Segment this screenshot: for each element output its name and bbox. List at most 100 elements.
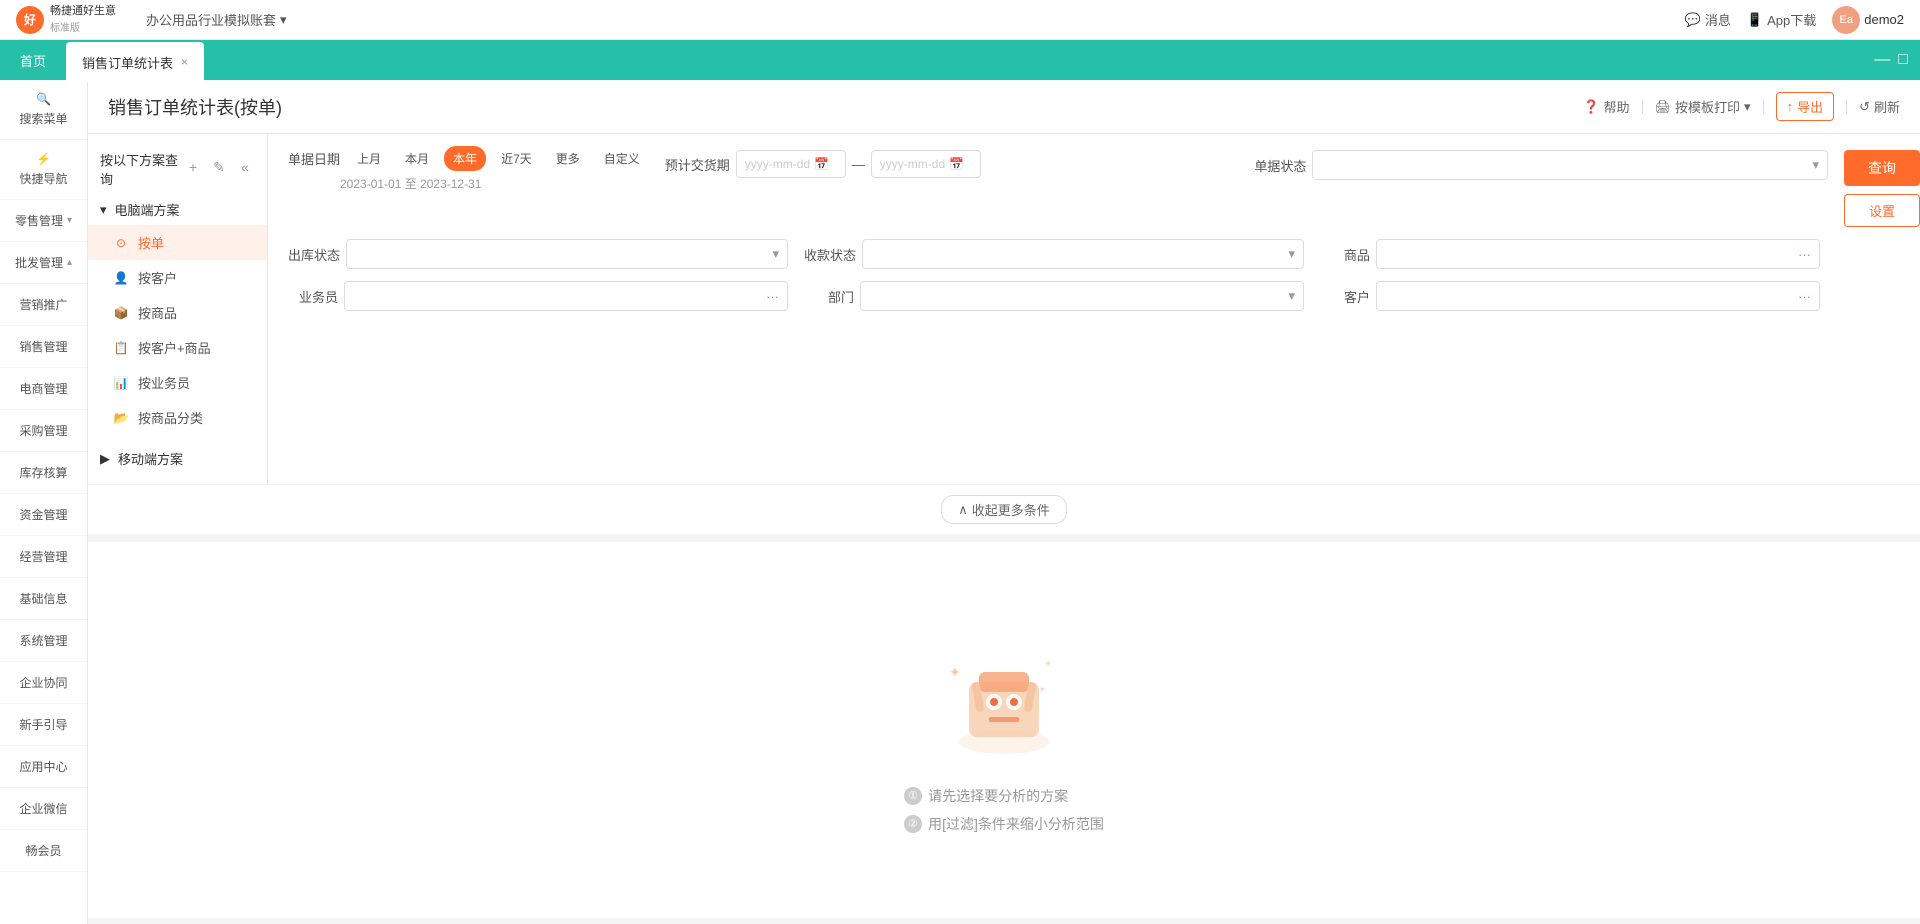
sidebar-item-apps[interactable]: 应用中心 <box>0 746 87 788</box>
out-status-label: 出库状态 <box>288 245 340 264</box>
account-dropdown[interactable]: 办公用品行业模拟账套 ▾ <box>146 10 287 29</box>
top-bar-left: 好 畅捷通好生意 标准版 办公用品行业模拟账套 ▾ <box>16 5 287 33</box>
print-btn[interactable]: 🖨 按模板打印 ▾ <box>1655 97 1751 116</box>
scheme-staff-icon: 📊 <box>112 374 130 392</box>
scheme-category-icon: 📂 <box>112 409 130 427</box>
dept-arrow-icon: ▾ <box>1288 288 1295 304</box>
divider3 <box>1846 100 1847 114</box>
staff-input[interactable]: ··· <box>344 281 788 311</box>
print-icon: 🖨 <box>1655 99 1672 115</box>
sidebar-item-collab[interactable]: 企业协同 <box>0 662 87 704</box>
sidebar-item-wholesale[interactable]: 批发管理 ▴ <box>0 242 87 284</box>
sidebar-item-basic-info[interactable]: 基础信息 <box>0 578 87 620</box>
scheme-item-by-customer-goods[interactable]: 📋 按客户+商品 <box>88 330 267 365</box>
sidebar-item-finance[interactable]: 资金管理 <box>0 494 87 536</box>
window-minimize-icon[interactable]: — <box>1874 51 1890 69</box>
customer-label: 客户 <box>1320 287 1370 306</box>
scheme-item-by-goods[interactable]: 📦 按商品 <box>88 295 267 330</box>
sidebar-item-purchase[interactable]: 采购管理 <box>0 410 87 452</box>
svg-text:✦: ✦ <box>1039 685 1046 694</box>
scheme-item-label: 按商品分类 <box>138 408 203 427</box>
date-this-year-btn[interactable]: 本年 <box>444 146 486 171</box>
scheme-group-mobile[interactable]: ▶ 移动端方案 <box>88 443 267 474</box>
status-select[interactable]: ▾ <box>1312 150 1828 180</box>
sidebar-item-member[interactable]: 畅会员 <box>0 830 87 872</box>
query-btn[interactable]: 查询 <box>1844 150 1920 186</box>
receive-status-select[interactable]: ▾ <box>862 239 1304 269</box>
basic-info-label: 基础信息 <box>19 590 67 607</box>
scheme-item-by-order[interactable]: ⊙ 按单 <box>88 225 267 260</box>
date-this-month-btn[interactable]: 本月 <box>396 146 438 171</box>
content-area: 销售订单统计表(按单) ❓ 帮助 🖨 按模板打印 ▾ ↑ 导出 <box>88 80 1920 924</box>
customer-more-icon[interactable]: ··· <box>1798 289 1811 304</box>
scheme-item-by-customer[interactable]: 👤 按客户 <box>88 260 267 295</box>
staff-more-icon[interactable]: ··· <box>766 289 779 304</box>
dropdown-arrow-icon: ▾ <box>280 12 287 28</box>
refresh-btn[interactable]: ↺ 刷新 <box>1859 97 1900 116</box>
expected-date-end-placeholder: yyyy-mm-dd <box>880 157 945 171</box>
date-last7-btn[interactable]: 近7天 <box>492 146 541 171</box>
sidebar-item-wechat[interactable]: 企业微信 <box>0 788 87 830</box>
help-btn[interactable]: ❓ 帮助 <box>1583 97 1629 116</box>
scheme-item-by-staff[interactable]: 📊 按业务员 <box>88 365 267 400</box>
svg-text:✦: ✦ <box>949 664 961 680</box>
sidebar-item-operations[interactable]: 经营管理 <box>0 536 87 578</box>
wholesale-arrow-icon: ▴ <box>67 257 72 268</box>
messages-btn[interactable]: 💬 消息 <box>1685 10 1731 29</box>
tab-home[interactable]: 首页 <box>0 40 66 80</box>
customer-input[interactable]: ··· <box>1376 281 1820 311</box>
top-bar: 好 畅捷通好生意 标准版 办公用品行业模拟账套 ▾ 💬 消息 📱 App下载 E… <box>0 0 1920 40</box>
expected-date-end[interactable]: yyyy-mm-dd 📅 <box>871 150 981 178</box>
collapse-icon: ∧ <box>958 502 968 518</box>
scheme-item-label: 按客户 <box>138 268 177 287</box>
app-download-btn[interactable]: 📱 App下载 <box>1747 10 1816 29</box>
divider1 <box>1642 100 1643 114</box>
sidebar-item-search[interactable]: 🔍 搜索菜单 <box>0 80 87 140</box>
svg-text:✦: ✦ <box>1044 659 1052 670</box>
sidebar-item-ecommerce[interactable]: 电商管理 <box>0 368 87 410</box>
page-header: 销售订单统计表(按单) ❓ 帮助 🖨 按模板打印 ▾ ↑ 导出 <box>88 80 1920 134</box>
sidebar-item-system[interactable]: 系统管理 <box>0 620 87 662</box>
tab-active[interactable]: 销售订单统计表 × <box>66 42 204 82</box>
operations-label: 经营管理 <box>19 548 67 565</box>
sidebar-item-sales[interactable]: 销售管理 <box>0 326 87 368</box>
tab-close-icon[interactable]: × <box>181 55 188 69</box>
window-maximize-icon[interactable]: □ <box>1898 51 1908 69</box>
sidebar-item-retail[interactable]: 零售管理 ▾ <box>0 200 87 242</box>
out-status-select[interactable]: ▾ <box>346 239 788 269</box>
scheme-add-icon[interactable]: + <box>183 159 203 179</box>
date-more-btn[interactable]: 更多 <box>547 146 589 171</box>
scheme-customer-icon: 👤 <box>112 269 130 287</box>
scheme-item-by-category[interactable]: 📂 按商品分类 <box>88 400 267 435</box>
purchase-label: 采购管理 <box>19 422 67 439</box>
collapse-btn[interactable]: ∧ 收起更多条件 <box>941 495 1067 524</box>
help-label: 帮助 <box>1603 97 1629 116</box>
setting-btn[interactable]: 设置 <box>1844 194 1920 227</box>
main-layout: 🔍 搜索菜单 ⚡ 快捷导航 零售管理 ▾ 批发管理 ▴ 营销推广 销售管理 电商… <box>0 80 1920 924</box>
goods-input[interactable]: ··· <box>1376 239 1820 269</box>
expected-date-start[interactable]: yyyy-mm-dd 📅 <box>736 150 846 178</box>
user-area[interactable]: Ea demo2 <box>1832 6 1904 34</box>
sidebar-item-quick-nav[interactable]: ⚡ 快捷导航 <box>0 140 87 200</box>
scheme-edit-icon[interactable]: ✎ <box>209 159 229 179</box>
date-filter-buttons: 上月 本月 本年 近7天 更多 自定义 <box>348 146 649 171</box>
scheme-item-label: 按客户+商品 <box>138 338 211 357</box>
filter-area: 单据日期 上月 本月 本年 近7天 更多 自定义 2023-01-01 至 20… <box>268 134 1920 484</box>
date-custom-btn[interactable]: 自定义 <box>595 146 649 171</box>
goods-more-icon[interactable]: ··· <box>1798 247 1811 262</box>
apps-label: 应用中心 <box>19 758 67 775</box>
scheme-group-arrow-icon: ▾ <box>100 202 107 218</box>
collapse-label: 收起更多条件 <box>972 500 1050 519</box>
tip-text-1: 请先选择要分析的方案 <box>928 782 1068 810</box>
export-btn[interactable]: ↑ 导出 <box>1776 92 1835 121</box>
sidebar-item-tutorial[interactable]: 新手引导 <box>0 704 87 746</box>
inventory-label: 库存核算 <box>19 464 67 481</box>
sidebar-item-marketing[interactable]: 营销推广 <box>0 284 87 326</box>
scheme-group-label: 电脑端方案 <box>115 200 180 219</box>
sidebar-item-inventory[interactable]: 库存核算 <box>0 452 87 494</box>
scheme-group-desktop[interactable]: ▾ 电脑端方案 <box>88 194 267 225</box>
scheme-collapse-icon[interactable]: « <box>235 159 255 179</box>
dept-select[interactable]: ▾ <box>860 281 1304 311</box>
receive-status-arrow-icon: ▾ <box>1288 246 1295 262</box>
date-last-month-btn[interactable]: 上月 <box>348 146 390 171</box>
